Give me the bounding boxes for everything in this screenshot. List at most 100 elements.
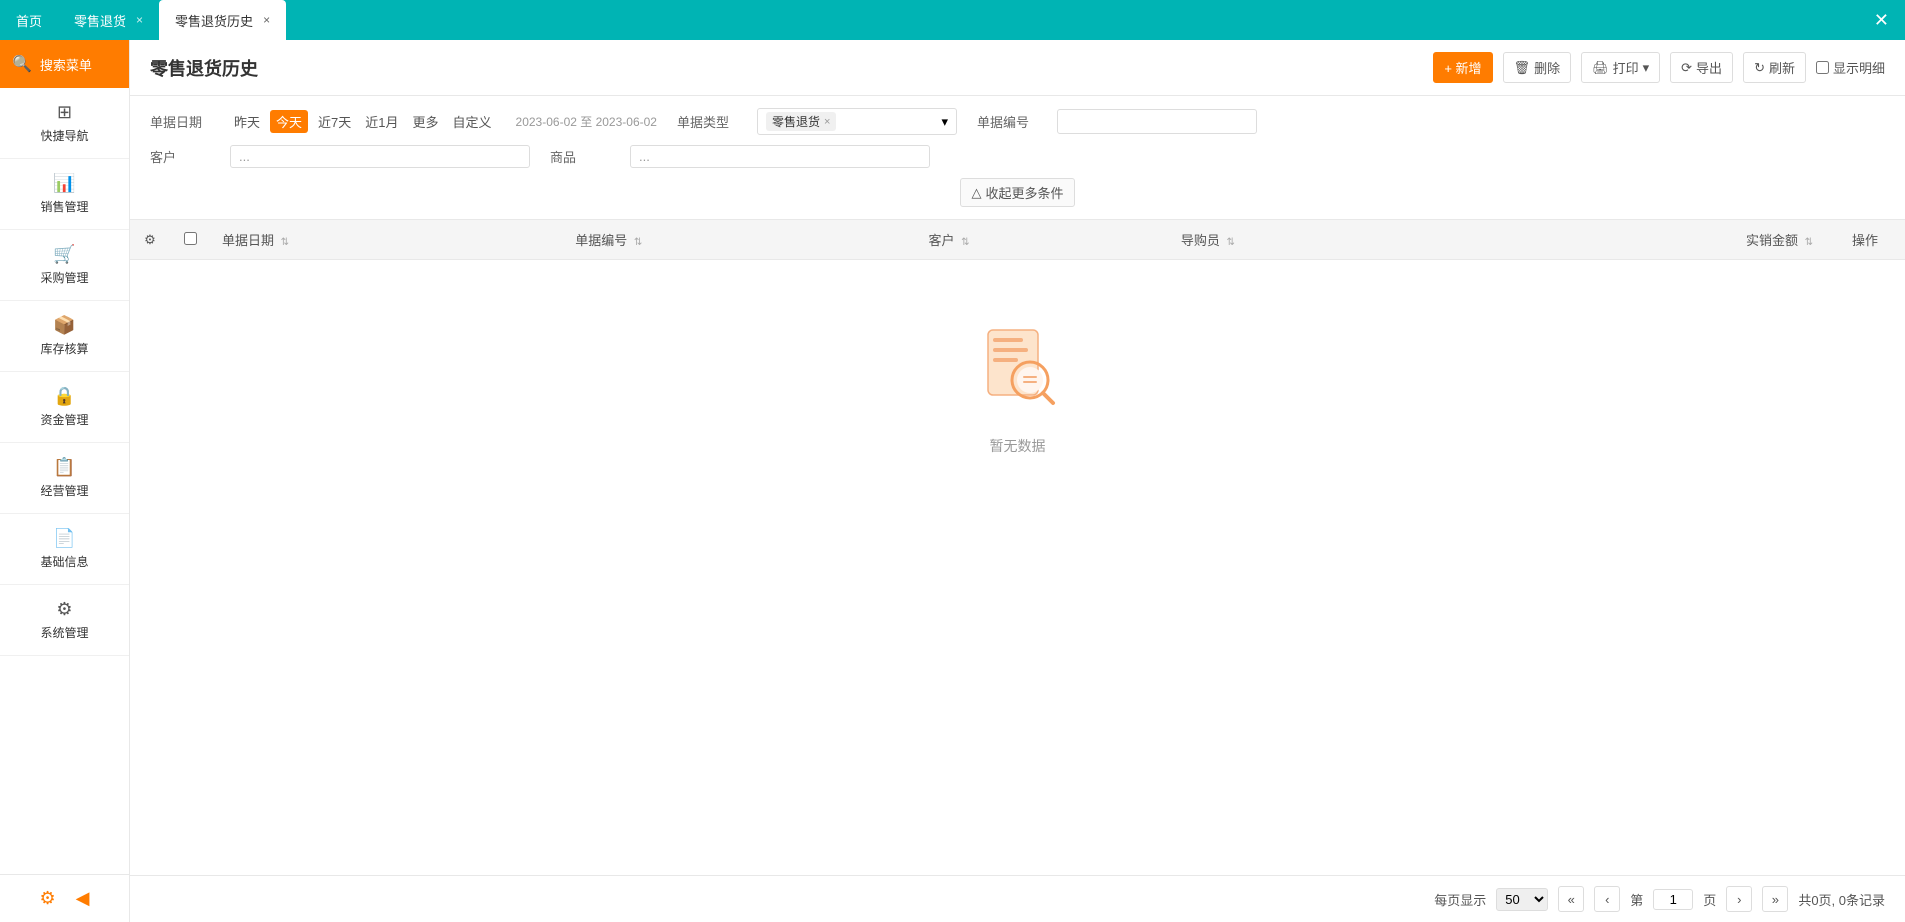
sidebar-item-operations-label: 经营管理 — [40, 482, 88, 499]
collapse-btn-label: 收起更多条件 — [985, 183, 1063, 202]
sidebar-item-system-mgmt[interactable]: ⚙ 系统管理 — [0, 585, 129, 656]
sidebar-search-label: 搜索菜单 — [40, 55, 92, 74]
last-page-icon: » — [1772, 892, 1779, 907]
settings-icon[interactable]: ⚙ — [144, 232, 156, 247]
sidebar-item-inventory-label: 库存核算 — [40, 340, 88, 357]
export-icon: ⟳ — [1681, 60, 1692, 76]
operations-icon: 📋 — [53, 457, 75, 478]
date-range-display: 2023-06-02 至 2023-06-02 — [516, 113, 657, 130]
last-page-btn[interactable]: » — [1762, 886, 1788, 912]
tab-retail-return-history[interactable]: 零售退货历史 × — [159, 0, 286, 40]
data-table: ⚙ 单据日期 ⇅ 单据编号 ⇅ — [130, 220, 1905, 260]
th-actions: 操作 — [1825, 220, 1905, 260]
delete-icon: 🗑 — [1514, 60, 1531, 76]
window-close-button[interactable]: ✕ — [1858, 0, 1905, 40]
export-label: 导出 — [1696, 58, 1722, 77]
print-chevron-icon: ▾ — [1643, 60, 1650, 76]
sidebar-item-sales-label: 销售管理 — [40, 198, 88, 215]
collapse-sidebar-icon[interactable]: ◀ — [76, 888, 90, 909]
page-label: 第 — [1630, 890, 1643, 909]
delete-button[interactable]: 🗑 删除 — [1503, 52, 1572, 83]
date-opt-more[interactable]: 更多 — [409, 110, 443, 133]
sidebar-item-purchase-mgmt[interactable]: 🛒 采购管理 — [0, 230, 129, 301]
sidebar-item-sales-mgmt[interactable]: 📊 销售管理 — [0, 159, 129, 230]
prev-page-btn[interactable]: ‹ — [1594, 886, 1620, 912]
customer-sort-icon[interactable]: ⇅ — [961, 237, 969, 248]
sidebar-search[interactable]: 🔍 搜索菜单 — [0, 40, 129, 88]
print-label: 打印 — [1613, 58, 1639, 77]
goods-select[interactable]: ... — [630, 145, 930, 168]
first-page-icon: « — [1568, 892, 1575, 907]
settings-bottom-icon[interactable]: ⚙ — [40, 888, 56, 909]
date-opt-today[interactable]: 今天 — [270, 110, 308, 133]
search-icon: 🔍 — [12, 54, 32, 74]
refresh-button[interactable]: ↻ 刷新 — [1743, 52, 1806, 83]
sidebar-item-basic-info-label: 基础信息 — [40, 553, 88, 570]
finance-icon: 🔒 — [53, 386, 75, 407]
print-button[interactable]: 🖨 打印 ▾ — [1581, 52, 1660, 83]
page-header: 零售退货历史 + 新增 🗑 删除 🖨 打印 ▾ ⟳ 导出 ↻ — [130, 40, 1905, 96]
th-date-label: 单据日期 — [222, 233, 274, 248]
prev-page-icon: ‹ — [1605, 892, 1609, 907]
sidebar-item-finance[interactable]: 🔒 资金管理 — [0, 372, 129, 443]
date-opt-1month[interactable]: 近1月 — [361, 110, 402, 133]
pagination-bar: 每页显示 50 10 20 100 « ‹ 第 页 › — [130, 875, 1905, 922]
sidebar: 🔍 搜索菜单 ⊞ 快捷导航 📊 销售管理 🛒 采购管理 📦 库存核算 🔒 — [0, 40, 130, 922]
date-options: 昨天 今天 近7天 近1月 更多 自定义 — [230, 110, 496, 133]
voucher-type-remove[interactable]: × — [824, 116, 830, 128]
next-page-btn[interactable]: › — [1726, 886, 1752, 912]
voucher-no-sort-icon[interactable]: ⇅ — [634, 237, 642, 248]
date-sort-icon[interactable]: ⇅ — [281, 237, 289, 248]
export-button[interactable]: ⟳ 导出 — [1670, 52, 1733, 83]
filter-area: 单据日期 昨天 今天 近7天 近1月 更多 自定义 2023-06-02 至 2… — [130, 96, 1905, 220]
tab-retail-return-history-close[interactable]: × — [263, 13, 270, 27]
collapse-more-btn[interactable]: △ 收起更多条件 — [960, 178, 1074, 207]
page-number-input[interactable] — [1653, 889, 1693, 910]
date-opt-custom[interactable]: 自定义 — [449, 110, 496, 133]
sidebar-bottom: ⚙ ◀ — [0, 874, 129, 922]
guide-sort-icon[interactable]: ⇅ — [1227, 237, 1235, 248]
voucher-type-label: 单据类型 — [677, 112, 737, 131]
sidebar-item-basic-info[interactable]: 📄 基础信息 — [0, 514, 129, 585]
th-amount-label: 实销金额 — [1746, 233, 1798, 248]
table-container: ⚙ 单据日期 ⇅ 单据编号 ⇅ — [130, 220, 1905, 875]
select-all-checkbox[interactable] — [184, 232, 197, 245]
voucher-type-chevron: ▾ — [941, 114, 948, 130]
voucher-no-label: 单据编号 — [977, 112, 1037, 131]
voucher-type-select[interactable]: 零售退货 × ▾ — [757, 108, 957, 135]
first-page-btn[interactable]: « — [1558, 886, 1584, 912]
refresh-label: 刷新 — [1769, 58, 1795, 77]
voucher-no-input[interactable] — [1057, 109, 1257, 134]
add-button[interactable]: + 新增 — [1433, 52, 1492, 83]
page-size-label: 每页显示 — [1434, 890, 1486, 909]
empty-state: 暂无数据 — [130, 260, 1905, 516]
show-detail-checkbox[interactable] — [1816, 61, 1829, 74]
tab-retail-return[interactable]: 零售退货 × — [58, 0, 159, 40]
sidebar-item-quick-nav[interactable]: ⊞ 快捷导航 — [0, 88, 129, 159]
empty-illustration — [968, 320, 1068, 420]
page-title: 零售退货历史 — [150, 55, 258, 81]
date-filter-label: 单据日期 — [150, 112, 210, 131]
page-size-select[interactable]: 50 10 20 100 — [1496, 888, 1548, 911]
tab-retail-return-label: 零售退货 — [74, 11, 126, 30]
date-opt-7days[interactable]: 近7天 — [314, 110, 355, 133]
next-page-icon: › — [1737, 892, 1741, 907]
customer-select[interactable]: ... — [230, 145, 530, 168]
amount-sort-icon[interactable]: ⇅ — [1805, 237, 1813, 248]
empty-text: 暂无数据 — [990, 436, 1046, 456]
sidebar-item-inventory[interactable]: 📦 库存核算 — [0, 301, 129, 372]
show-detail-toggle[interactable]: 显示明细 — [1816, 58, 1885, 77]
voucher-type-value: 零售退货 — [772, 113, 820, 130]
th-guide-label: 导购员 — [1181, 233, 1220, 248]
th-checkbox — [170, 220, 210, 260]
sidebar-item-finance-label: 资金管理 — [40, 411, 88, 428]
sidebar-item-operations[interactable]: 📋 经营管理 — [0, 443, 129, 514]
tab-home[interactable]: 首页 — [0, 0, 58, 40]
sidebar-item-purchase-label: 采购管理 — [40, 269, 88, 286]
customer-filter-label: 客户 — [150, 147, 210, 166]
sidebar-item-quick-nav-label: 快捷导航 — [40, 127, 88, 144]
tab-retail-return-close[interactable]: × — [136, 13, 143, 27]
quick-nav-icon: ⊞ — [57, 102, 72, 123]
tab-retail-return-history-label: 零售退货历史 — [175, 11, 253, 30]
date-opt-yesterday[interactable]: 昨天 — [230, 110, 264, 133]
